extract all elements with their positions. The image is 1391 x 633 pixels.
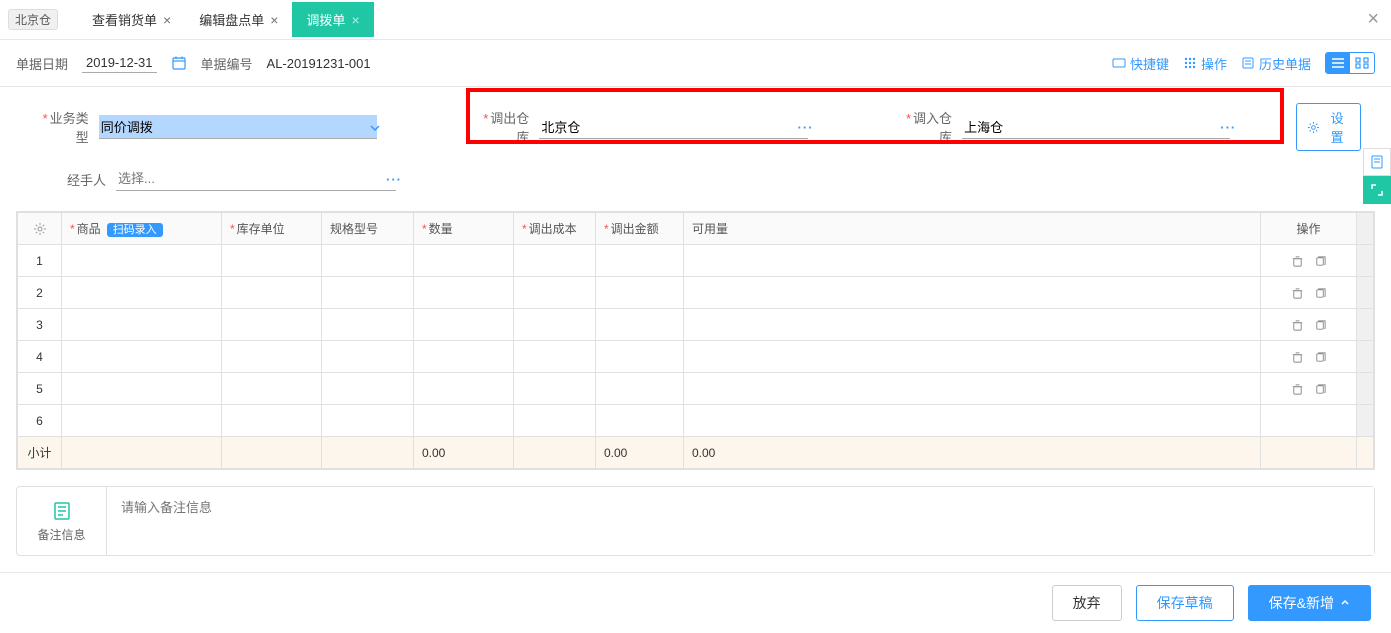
- delete-icon[interactable]: [1291, 381, 1304, 395]
- close-icon[interactable]: ×: [270, 12, 278, 28]
- copy-icon[interactable]: [1314, 253, 1327, 267]
- table-row[interactable]: 4: [18, 341, 1374, 373]
- tab-label: 调拨单: [306, 10, 345, 29]
- table-row[interactable]: 6: [18, 405, 1374, 437]
- side-expand-icon[interactable]: [1363, 176, 1391, 204]
- tabs-bar: 北京仓 查看销货单 × 编辑盘点单 × 调拨单 × ×: [0, 0, 1391, 40]
- delete-icon[interactable]: [1291, 349, 1304, 363]
- remark-label-box: 备注信息: [17, 487, 107, 555]
- copy-icon[interactable]: [1314, 349, 1327, 363]
- tab-label: 查看销货单: [92, 10, 157, 29]
- view-grid-icon[interactable]: [1350, 53, 1374, 73]
- field-out-warehouse: *调出仓库 ···: [471, 108, 814, 146]
- shortcut-label: 快捷键: [1130, 54, 1169, 73]
- delete-icon[interactable]: [1291, 253, 1304, 267]
- side-float-tools: [1363, 148, 1391, 204]
- th-qty: 数量: [429, 222, 453, 236]
- subtotal-avail: 0.00: [684, 437, 1261, 469]
- out-wh-label: *调出仓库: [471, 108, 530, 146]
- more-icon[interactable]: ···: [798, 120, 814, 135]
- view-toggle: [1325, 52, 1375, 74]
- tab-view-sales[interactable]: 查看销货单 ×: [78, 2, 185, 37]
- table-row[interactable]: 5: [18, 373, 1374, 405]
- biz-type-label: *业务类型: [30, 108, 89, 146]
- th-spec: 规格型号: [330, 222, 378, 236]
- form-row-1: *业务类型 *调出仓库 ··· *调入仓库 ··· 设置: [0, 87, 1391, 157]
- remark-input[interactable]: [107, 487, 1374, 555]
- th-amount: 调出金额: [611, 222, 659, 236]
- in-wh-label: *调入仓库: [893, 108, 952, 146]
- row-index: 1: [18, 245, 62, 277]
- shortcut-link[interactable]: 快捷键: [1112, 54, 1169, 73]
- table-row[interactable]: 3: [18, 309, 1374, 341]
- close-icon[interactable]: ×: [163, 12, 171, 28]
- row-index: 6: [18, 405, 62, 437]
- settings-button[interactable]: 设置: [1296, 103, 1361, 151]
- th-cost: 调出成本: [529, 222, 577, 236]
- items-table: *商品扫码录入 *库存单位 规格型号 *数量 *调出成本 *调出金额 可用量 操…: [17, 212, 1374, 469]
- th-avail: 可用量: [692, 222, 728, 236]
- copy-icon[interactable]: [1314, 285, 1327, 299]
- settings-label: 设置: [1324, 108, 1350, 146]
- subtotal-row: 小计 0.00 0.00 0.00: [18, 437, 1374, 469]
- form-row-2: 经手人 ···: [0, 157, 1391, 211]
- side-doc-icon[interactable]: [1363, 148, 1391, 176]
- th-unit: 库存单位: [237, 222, 285, 236]
- tab-transfer[interactable]: 调拨单 ×: [292, 2, 373, 37]
- items-table-wrapper: *商品扫码录入 *库存单位 规格型号 *数量 *调出成本 *调出金额 可用量 操…: [16, 211, 1375, 470]
- delete-icon[interactable]: [1291, 317, 1304, 331]
- note-icon: [51, 499, 73, 522]
- save-draft-button[interactable]: 保存草稿: [1136, 585, 1234, 621]
- save-new-button[interactable]: 保存&新增: [1248, 585, 1371, 621]
- discard-button[interactable]: 放弃: [1052, 585, 1122, 621]
- remark-section: 备注信息: [16, 486, 1375, 556]
- th-ops: 操作: [1296, 222, 1320, 236]
- th-goods: 商品: [77, 222, 101, 236]
- field-handler: 经手人 ···: [50, 167, 402, 191]
- doc-no-label: 单据编号: [201, 54, 253, 73]
- doc-no-value: AL-20191231-001: [267, 56, 371, 71]
- copy-icon[interactable]: [1314, 317, 1327, 331]
- row-index: 3: [18, 309, 62, 341]
- more-icon[interactable]: ···: [1220, 120, 1236, 135]
- header-bar: 单据日期 2019-12-31 单据编号 AL-20191231-001 快捷键…: [0, 40, 1391, 87]
- close-icon[interactable]: ×: [351, 12, 359, 28]
- close-page-icon[interactable]: ×: [1367, 8, 1379, 31]
- subtotal-label: 小计: [18, 437, 62, 469]
- tab-label: 编辑盘点单: [199, 10, 264, 29]
- row-index: 2: [18, 277, 62, 309]
- save-new-label: 保存&新增: [1269, 593, 1334, 613]
- warehouse-tag: 北京仓: [8, 9, 58, 30]
- delete-icon[interactable]: [1291, 285, 1304, 299]
- gear-icon[interactable]: [33, 221, 47, 235]
- in-wh-input[interactable]: [962, 115, 1230, 139]
- operate-label: 操作: [1201, 54, 1227, 73]
- subtotal-amount: 0.00: [596, 437, 684, 469]
- date-label: 单据日期: [16, 54, 68, 73]
- view-list-icon[interactable]: [1326, 53, 1350, 73]
- operate-link[interactable]: 操作: [1183, 54, 1227, 73]
- row-index: 4: [18, 341, 62, 373]
- field-biz-type: *业务类型: [30, 108, 381, 146]
- subtotal-qty: 0.00: [414, 437, 514, 469]
- remark-label-text: 备注信息: [37, 526, 85, 543]
- table-row[interactable]: 1: [18, 245, 1374, 277]
- scan-tag[interactable]: 扫码录入: [107, 223, 163, 237]
- date-value[interactable]: 2019-12-31: [82, 53, 157, 73]
- chevron-down-icon[interactable]: [369, 120, 381, 134]
- tab-edit-inventory[interactable]: 编辑盘点单 ×: [185, 2, 292, 37]
- row-index: 5: [18, 373, 62, 405]
- biz-type-input[interactable]: [99, 115, 377, 139]
- out-wh-input[interactable]: [539, 115, 807, 139]
- handler-label: 经手人: [50, 170, 106, 189]
- field-in-warehouse: *调入仓库 ···: [893, 108, 1236, 146]
- history-link[interactable]: 历史单据: [1241, 54, 1311, 73]
- table-row[interactable]: 2: [18, 277, 1374, 309]
- calendar-icon[interactable]: [171, 55, 187, 72]
- copy-icon[interactable]: [1314, 381, 1327, 395]
- more-icon[interactable]: ···: [386, 172, 402, 187]
- history-label: 历史单据: [1259, 54, 1311, 73]
- handler-input[interactable]: [116, 167, 396, 191]
- footer-bar: 放弃 保存草稿 保存&新增: [0, 572, 1391, 633]
